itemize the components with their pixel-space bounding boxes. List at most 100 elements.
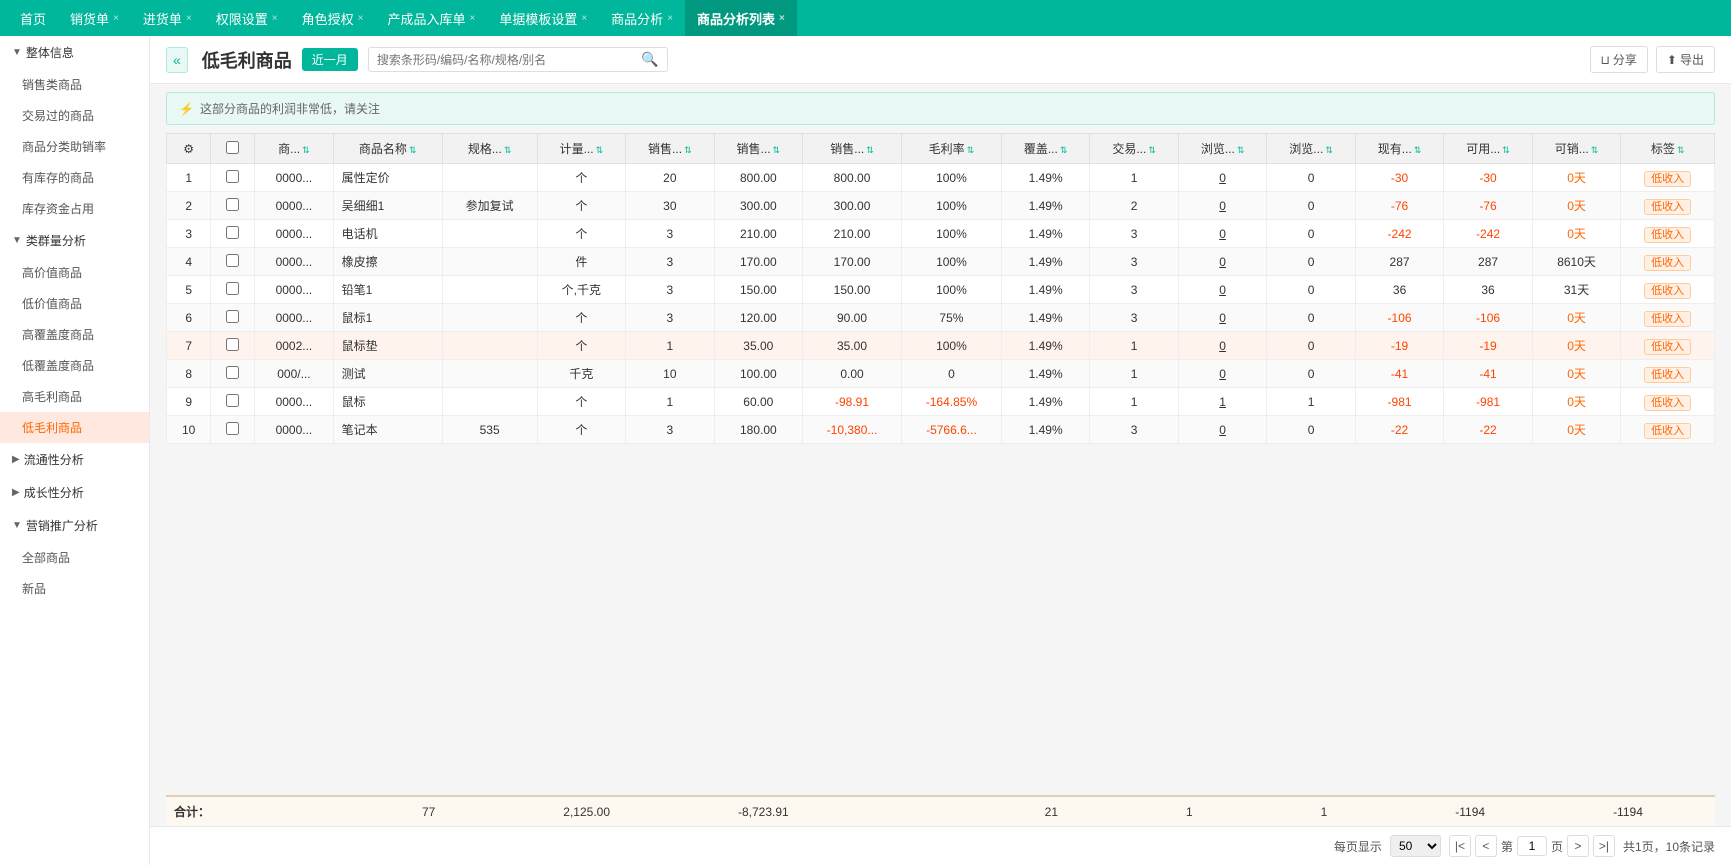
nav-close-icon[interactable]: × bbox=[469, 13, 475, 24]
table-wrapper[interactable]: ⚙ 商...⇅ 商品名称⇅ 规格...⇅ 计量...⇅ 销售...⇅ 销售...… bbox=[166, 133, 1715, 795]
col-spec[interactable]: 规格...⇅ bbox=[442, 134, 537, 164]
row-select-checkbox[interactable] bbox=[226, 198, 239, 211]
sidebar-group-circulation[interactable]: ▶ 流通性分析 bbox=[0, 443, 149, 476]
row-browse1[interactable]: 0 bbox=[1178, 304, 1266, 332]
sidebar-group-cluster[interactable]: ▼ 类群量分析 bbox=[0, 224, 149, 257]
sidebar-item-high-coverage[interactable]: 高覆盖度商品 bbox=[0, 319, 149, 350]
row-browse1[interactable]: 1 bbox=[1178, 388, 1266, 416]
nav-permissions[interactable]: 权限设置 × bbox=[204, 0, 290, 36]
row-checkbox[interactable] bbox=[211, 276, 255, 304]
sidebar-item-traded-products[interactable]: 交易过的商品 bbox=[0, 100, 149, 131]
sidebar-group-overall[interactable]: ▼ 整体信息 bbox=[0, 36, 149, 69]
col-browse2[interactable]: 浏览...⇅ bbox=[1267, 134, 1355, 164]
row-checkbox[interactable] bbox=[211, 416, 255, 444]
col-tag[interactable]: 标签⇅ bbox=[1621, 134, 1715, 164]
search-input[interactable] bbox=[377, 53, 642, 67]
row-checkbox[interactable] bbox=[211, 332, 255, 360]
row-checkbox[interactable] bbox=[211, 192, 255, 220]
col-code[interactable]: 商...⇅ bbox=[255, 134, 333, 164]
col-unit[interactable]: 计量...⇅ bbox=[537, 134, 625, 164]
nav-close-icon[interactable]: × bbox=[779, 13, 785, 24]
col-available[interactable]: 可用...⇅ bbox=[1444, 134, 1532, 164]
row-select-checkbox[interactable] bbox=[226, 338, 239, 351]
row-browse1[interactable]: 0 bbox=[1178, 332, 1266, 360]
sidebar-item-all-products[interactable]: 全部商品 bbox=[0, 542, 149, 573]
sidebar-item-new-products[interactable]: 新品 bbox=[0, 573, 149, 604]
col-sales-amount[interactable]: 销售...⇅ bbox=[803, 134, 902, 164]
row-checkbox[interactable] bbox=[211, 220, 255, 248]
sidebar-item-low-value[interactable]: 低价值商品 bbox=[0, 288, 149, 319]
row-checkbox[interactable] bbox=[211, 360, 255, 388]
row-checkbox[interactable] bbox=[211, 388, 255, 416]
sidebar-item-sales-products[interactable]: 销售类商品 bbox=[0, 69, 149, 100]
row-checkbox[interactable] bbox=[211, 304, 255, 332]
row-select-checkbox[interactable] bbox=[226, 394, 239, 407]
sidebar-item-high-margin[interactable]: 高毛利商品 bbox=[0, 381, 149, 412]
first-page-button[interactable]: |< bbox=[1449, 835, 1471, 857]
row-select-checkbox[interactable] bbox=[226, 366, 239, 379]
row-select-checkbox[interactable] bbox=[226, 226, 239, 239]
sidebar-item-stock-capital[interactable]: 库存资金占用 bbox=[0, 193, 149, 224]
row-unit: 千克 bbox=[537, 360, 625, 388]
row-select-checkbox[interactable] bbox=[226, 282, 239, 295]
sidebar-collapse-button[interactable]: « bbox=[166, 47, 188, 73]
row-browse1[interactable]: 0 bbox=[1178, 220, 1266, 248]
nav-home[interactable]: 首页 bbox=[8, 0, 58, 36]
col-trade[interactable]: 交易...⇅ bbox=[1090, 134, 1178, 164]
col-saleable[interactable]: 可销...⇅ bbox=[1532, 134, 1620, 164]
sidebar-group-growth[interactable]: ▶ 成长性分析 bbox=[0, 476, 149, 509]
next-page-button[interactable]: > bbox=[1567, 835, 1589, 857]
nav-close-icon[interactable]: × bbox=[358, 13, 364, 24]
sidebar-item-category-rate[interactable]: 商品分类助销率 bbox=[0, 131, 149, 162]
col-sales-qty[interactable]: 销售...⇅ bbox=[626, 134, 714, 164]
row-browse1[interactable]: 0 bbox=[1178, 192, 1266, 220]
sidebar-item-low-coverage[interactable]: 低覆盖度商品 bbox=[0, 350, 149, 381]
row-browse1[interactable]: 0 bbox=[1178, 248, 1266, 276]
col-coverage[interactable]: 覆盖...⇅ bbox=[1001, 134, 1089, 164]
nav-product-analysis[interactable]: 商品分析 × bbox=[599, 0, 685, 36]
nav-roles[interactable]: 角色授权 × bbox=[290, 0, 376, 36]
col-checkbox[interactable] bbox=[211, 134, 255, 164]
row-select-checkbox[interactable] bbox=[226, 254, 239, 267]
last-page-button[interactable]: >| bbox=[1593, 835, 1615, 857]
row-select-checkbox[interactable] bbox=[226, 310, 239, 323]
row-checkbox[interactable] bbox=[211, 248, 255, 276]
row-stock: -22 bbox=[1355, 416, 1443, 444]
nav-close-icon[interactable]: × bbox=[272, 13, 278, 24]
per-page-select[interactable]: 10 20 50 100 bbox=[1390, 835, 1441, 857]
select-all-checkbox[interactable] bbox=[226, 141, 239, 154]
nav-close-icon[interactable]: × bbox=[113, 13, 119, 24]
page-number-input[interactable] bbox=[1517, 836, 1547, 856]
row-browse1[interactable]: 0 bbox=[1178, 164, 1266, 192]
date-filter-button[interactable]: 近一月 bbox=[302, 48, 358, 71]
row-select-checkbox[interactable] bbox=[226, 170, 239, 183]
row-stock: 36 bbox=[1355, 276, 1443, 304]
col-settings[interactable]: ⚙ bbox=[167, 134, 211, 164]
nav-template-settings[interactable]: 单据模板设置 × bbox=[487, 0, 599, 36]
row-checkbox[interactable] bbox=[211, 164, 255, 192]
sidebar-group-marketing[interactable]: ▼ 营销推广分析 bbox=[0, 509, 149, 542]
nav-sales-order[interactable]: 销货单 × bbox=[58, 0, 131, 36]
row-browse1[interactable]: 0 bbox=[1178, 416, 1266, 444]
prev-page-button[interactable]: < bbox=[1475, 835, 1497, 857]
nav-close-icon[interactable]: × bbox=[186, 13, 192, 24]
col-gross-rate[interactable]: 毛利率⇅ bbox=[901, 134, 1001, 164]
nav-product-entry[interactable]: 产成品入库单 × bbox=[375, 0, 487, 36]
col-browse1[interactable]: 浏览...⇅ bbox=[1178, 134, 1266, 164]
nav-product-analysis-list[interactable]: 商品分析列表 × bbox=[685, 0, 797, 36]
col-name[interactable]: 商品名称⇅ bbox=[333, 134, 442, 164]
sidebar-item-stocked-products[interactable]: 有库存的商品 bbox=[0, 162, 149, 193]
share-button[interactable]: ⊔ 分享 bbox=[1590, 46, 1648, 73]
col-sales-price[interactable]: 销售...⇅ bbox=[714, 134, 802, 164]
row-browse1[interactable]: 0 bbox=[1178, 360, 1266, 388]
nav-close-icon[interactable]: × bbox=[581, 13, 587, 24]
row-select-checkbox[interactable] bbox=[226, 422, 239, 435]
nav-purchase-order[interactable]: 进货单 × bbox=[131, 0, 204, 36]
sidebar-item-low-margin[interactable]: 低毛利商品 bbox=[0, 412, 149, 443]
sidebar-item-high-value[interactable]: 高价值商品 bbox=[0, 257, 149, 288]
row-browse1[interactable]: 0 bbox=[1178, 276, 1266, 304]
col-stock[interactable]: 现有...⇅ bbox=[1355, 134, 1443, 164]
row-gross-pct: 75% bbox=[901, 304, 1001, 332]
nav-close-icon[interactable]: × bbox=[667, 13, 673, 24]
export-button[interactable]: ⬆ 导出 bbox=[1656, 46, 1715, 73]
